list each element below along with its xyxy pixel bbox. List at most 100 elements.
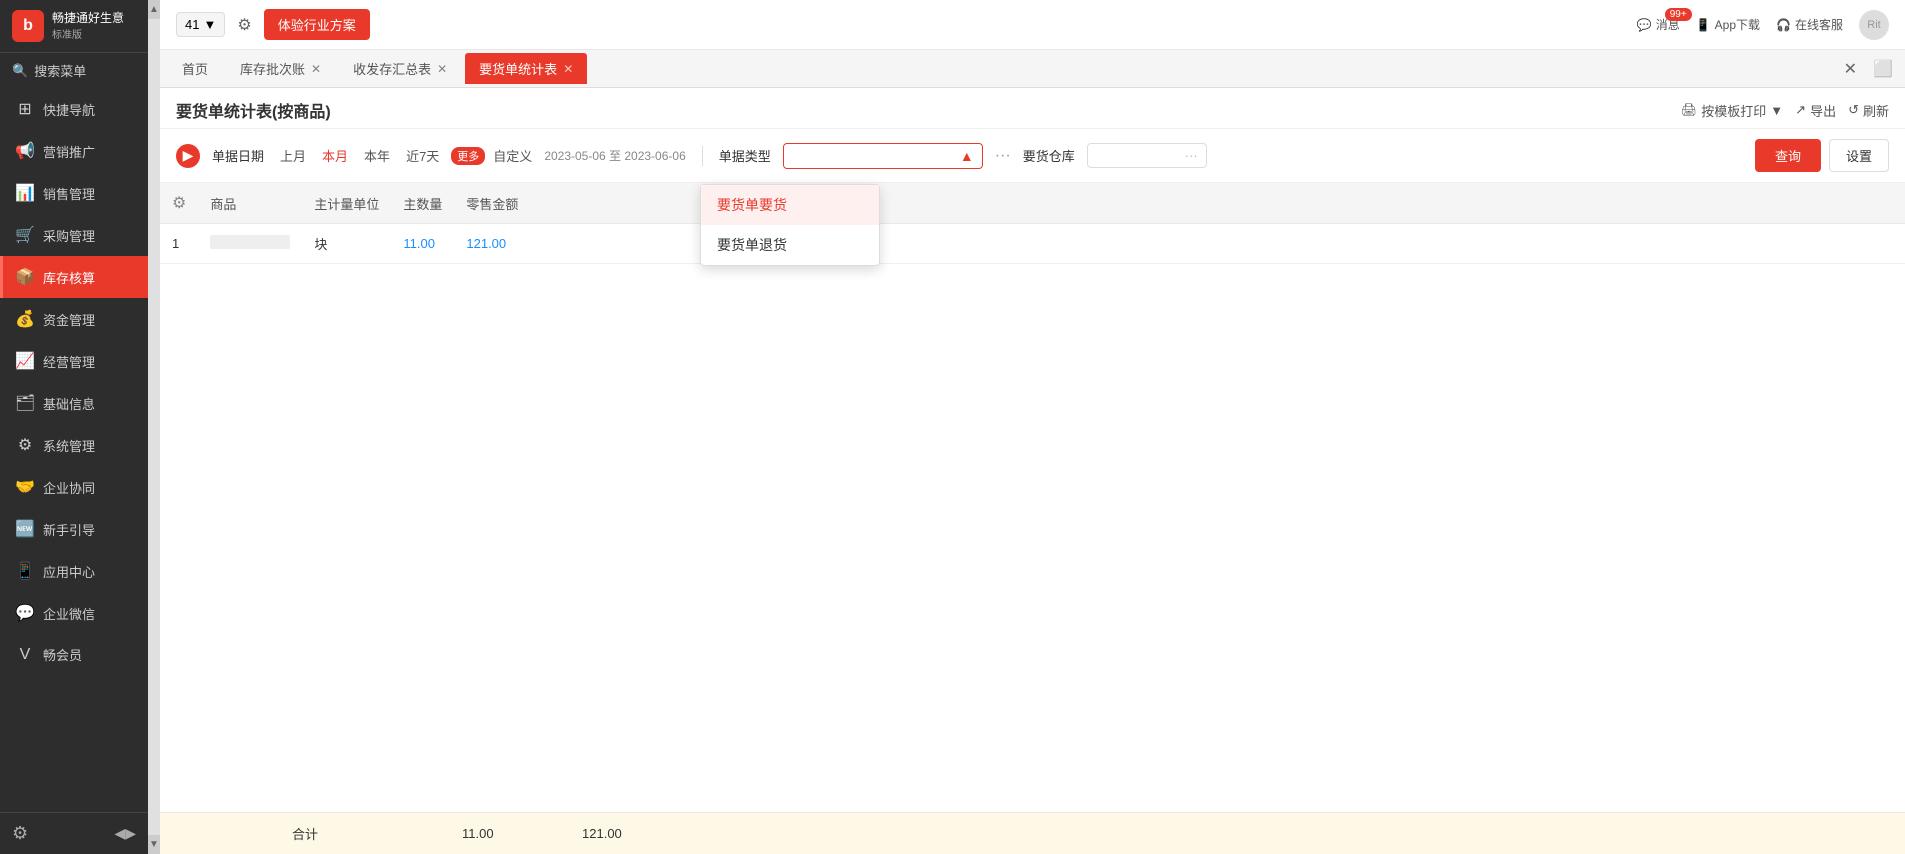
nav-label-quick-nav: 快捷导航 xyxy=(43,100,95,119)
trial-btn[interactable]: 体验行业方案 xyxy=(264,9,370,40)
dropdown-item-require-return[interactable]: 要货单退货 xyxy=(701,225,879,265)
nav-label-wechat: 企业微信 xyxy=(43,604,95,623)
search-menu[interactable]: 🔍 搜索菜单 xyxy=(0,53,148,88)
close-tab-btn[interactable]: ✕ xyxy=(1840,57,1861,81)
app-download-btn[interactable]: 📱 App下载 xyxy=(1696,16,1760,33)
settings-icon[interactable]: ⚙ xyxy=(12,823,28,844)
type-input-wrapper[interactable]: ▲ xyxy=(783,143,983,169)
messages-btn[interactable]: 💬 消息 99+ xyxy=(1637,16,1680,33)
cell-seq-0: 1 xyxy=(160,224,198,264)
tab-inventory-batch[interactable]: 库存批次账✕ xyxy=(226,53,335,84)
sidebar-item-quick-nav[interactable]: ⊞ 快捷导航 xyxy=(0,88,148,130)
print-icon: 🖨 xyxy=(1681,102,1698,118)
dropdown-item-require-order[interactable]: 要货单要货 xyxy=(701,185,879,225)
settings-gear-icon[interactable]: ⚙ xyxy=(237,15,251,35)
nav-icon-base: 🗂 xyxy=(15,393,35,413)
settings-btn[interactable]: 设置 xyxy=(1829,139,1889,172)
sidebar-item-marketing[interactable]: 📢 营销推广 xyxy=(0,130,148,172)
cell-main-qty-0: 11.00 xyxy=(391,224,454,264)
collapse-icon[interactable]: ◀▶ xyxy=(114,825,136,842)
this-year-btn[interactable]: 本年 xyxy=(360,144,394,167)
nav-icon-marketing: 📢 xyxy=(15,141,35,161)
filter-divider xyxy=(702,146,703,166)
sidebar-item-purchase[interactable]: 🛒 采购管理 xyxy=(0,214,148,256)
sidebar-item-finance[interactable]: 💰 资金管理 xyxy=(0,298,148,340)
nav-label-operations: 经营管理 xyxy=(43,352,95,371)
table-settings-icon[interactable]: ⚙ xyxy=(172,195,186,212)
sidebar-scrollbar: ▲ ▼ xyxy=(148,0,160,854)
sidebar-item-system[interactable]: ⚙ 系统管理 xyxy=(0,424,148,466)
print-chevron: ▼ xyxy=(1770,103,1783,118)
footer-main-qty: 11.00 xyxy=(450,826,570,841)
last-7days-btn[interactable]: 近7天 xyxy=(402,144,443,167)
sidebar-item-sales[interactable]: 📊 销售管理 xyxy=(0,172,148,214)
cell-retail-amount-0: 121.00 xyxy=(454,224,530,264)
messages-badge: 99+ xyxy=(1665,8,1692,21)
scroll-up[interactable]: ▲ xyxy=(148,0,160,19)
table-row: 1 块 11.00 121.00 xyxy=(160,224,1905,264)
maximize-tab-btn[interactable]: ⬜ xyxy=(1869,57,1897,81)
this-month-btn[interactable]: 本月 xyxy=(318,144,352,167)
sidebar-item-guide[interactable]: 🆕 新手引导 xyxy=(0,508,148,550)
store-chevron-icon: ▼ xyxy=(203,17,216,32)
sidebar-item-apps[interactable]: 📱 应用中心 xyxy=(0,550,148,592)
nav-label-vip: 畅会员 xyxy=(43,645,82,664)
more-badge[interactable]: 更多 xyxy=(451,147,485,165)
page-header: 要货单统计表(按商品) 🖨 按模板打印 ▼ ↗ 导出 ↺ 刷新 xyxy=(160,88,1905,129)
tab-label-receivable-summary: 收发存汇总表 xyxy=(353,59,431,78)
warehouse-input[interactable]: ··· xyxy=(1087,143,1207,168)
sidebar-item-enterprise[interactable]: 🤝 企业协同 xyxy=(0,466,148,508)
nav-label-apps: 应用中心 xyxy=(43,562,95,581)
service-icon: 🎧 xyxy=(1776,18,1791,32)
tab-receivable-summary[interactable]: 收发存汇总表 ✕ xyxy=(339,53,461,84)
nav-label-enterprise: 企业协同 xyxy=(43,478,95,497)
tab-close-order-stats[interactable]: ✕ xyxy=(563,62,573,76)
nav-icon-quick-nav: ⊞ xyxy=(15,99,35,119)
online-service-btn[interactable]: 🎧 在线客服 xyxy=(1776,16,1843,33)
filter-expand-btn[interactable]: ▶ xyxy=(176,144,200,168)
print-template-btn[interactable]: 🖨 按模板打印 ▼ xyxy=(1681,101,1783,120)
table-footer: 合计 11.00 121.00 xyxy=(160,812,1905,854)
refresh-btn[interactable]: ↺ 刷新 xyxy=(1848,101,1889,120)
tab-close-receivable-summary[interactable]: ✕ xyxy=(437,62,447,76)
store-selector[interactable]: 41 ▼ xyxy=(176,12,225,37)
custom-date-btn[interactable]: 自定义 xyxy=(493,146,532,165)
type-input[interactable] xyxy=(792,148,960,163)
col-product: 商品 xyxy=(198,183,302,224)
sidebar-item-vip[interactable]: V 畅会员 xyxy=(0,634,148,675)
warehouse-more-icon: ··· xyxy=(1185,148,1198,163)
refresh-icon: ↺ xyxy=(1848,102,1859,118)
date-range: 2023-05-06 至 2023-06-06 xyxy=(544,147,685,164)
tabs-bar: 首页库存批次账✕收发存汇总表✕要货单统计表✕ ✕ ⬜ xyxy=(160,50,1905,88)
query-btn[interactable]: 查询 xyxy=(1755,139,1821,172)
sidebar-item-wechat[interactable]: 💬 企业微信 xyxy=(0,592,148,634)
sidebar-item-inventory[interactable]: 📦 库存核算 xyxy=(0,256,148,298)
nav-icon-finance: 💰 xyxy=(15,309,35,329)
nav-label-sales: 销售管理 xyxy=(43,184,95,203)
export-btn[interactable]: ↗ 导出 xyxy=(1795,101,1836,120)
last-month-btn[interactable]: 上月 xyxy=(276,144,310,167)
more-options-icon[interactable]: ··· xyxy=(995,147,1011,165)
nav-icon-guide: 🆕 xyxy=(15,519,35,539)
type-dropdown: 要货单要货 要货单退货 xyxy=(700,184,880,266)
tabs-window-controls: ✕ ⬜ xyxy=(1840,57,1897,81)
nav-icon-apps: 📱 xyxy=(15,561,35,581)
app-subtitle: 标准版 xyxy=(52,26,124,41)
tab-home[interactable]: 首页 xyxy=(168,53,222,84)
nav-label-base: 基础信息 xyxy=(43,394,95,413)
nav-icon-operations: 📈 xyxy=(15,351,35,371)
sidebar-item-base[interactable]: 🗂 基础信息 xyxy=(0,382,148,424)
main-area: 41 ▼ ⚙ 体验行业方案 💬 消息 99+ 📱 App下载 🎧 在线客服 xyxy=(160,0,1905,854)
col-main-qty: 主数量 xyxy=(391,183,454,224)
sidebar-header: b 畅捷通好生意 标准版 xyxy=(0,0,148,53)
search-icon: 🔍 xyxy=(12,63,28,79)
sidebar-item-operations[interactable]: 📈 经营管理 xyxy=(0,340,148,382)
user-avatar[interactable]: Rit xyxy=(1859,10,1889,40)
message-icon: 💬 xyxy=(1637,18,1652,32)
scroll-down[interactable]: ▼ xyxy=(148,835,160,854)
tab-close-inventory-batch[interactable]: ✕ xyxy=(311,62,321,76)
refresh-label: 刷新 xyxy=(1863,101,1889,120)
tab-order-stats[interactable]: 要货单统计表✕ xyxy=(465,53,587,84)
data-table: ⚙ 商品 主计量单位 主数量 零售金额 1 块 11.00 121.00 xyxy=(160,183,1905,264)
type-chevron-icon: ▲ xyxy=(960,148,974,164)
